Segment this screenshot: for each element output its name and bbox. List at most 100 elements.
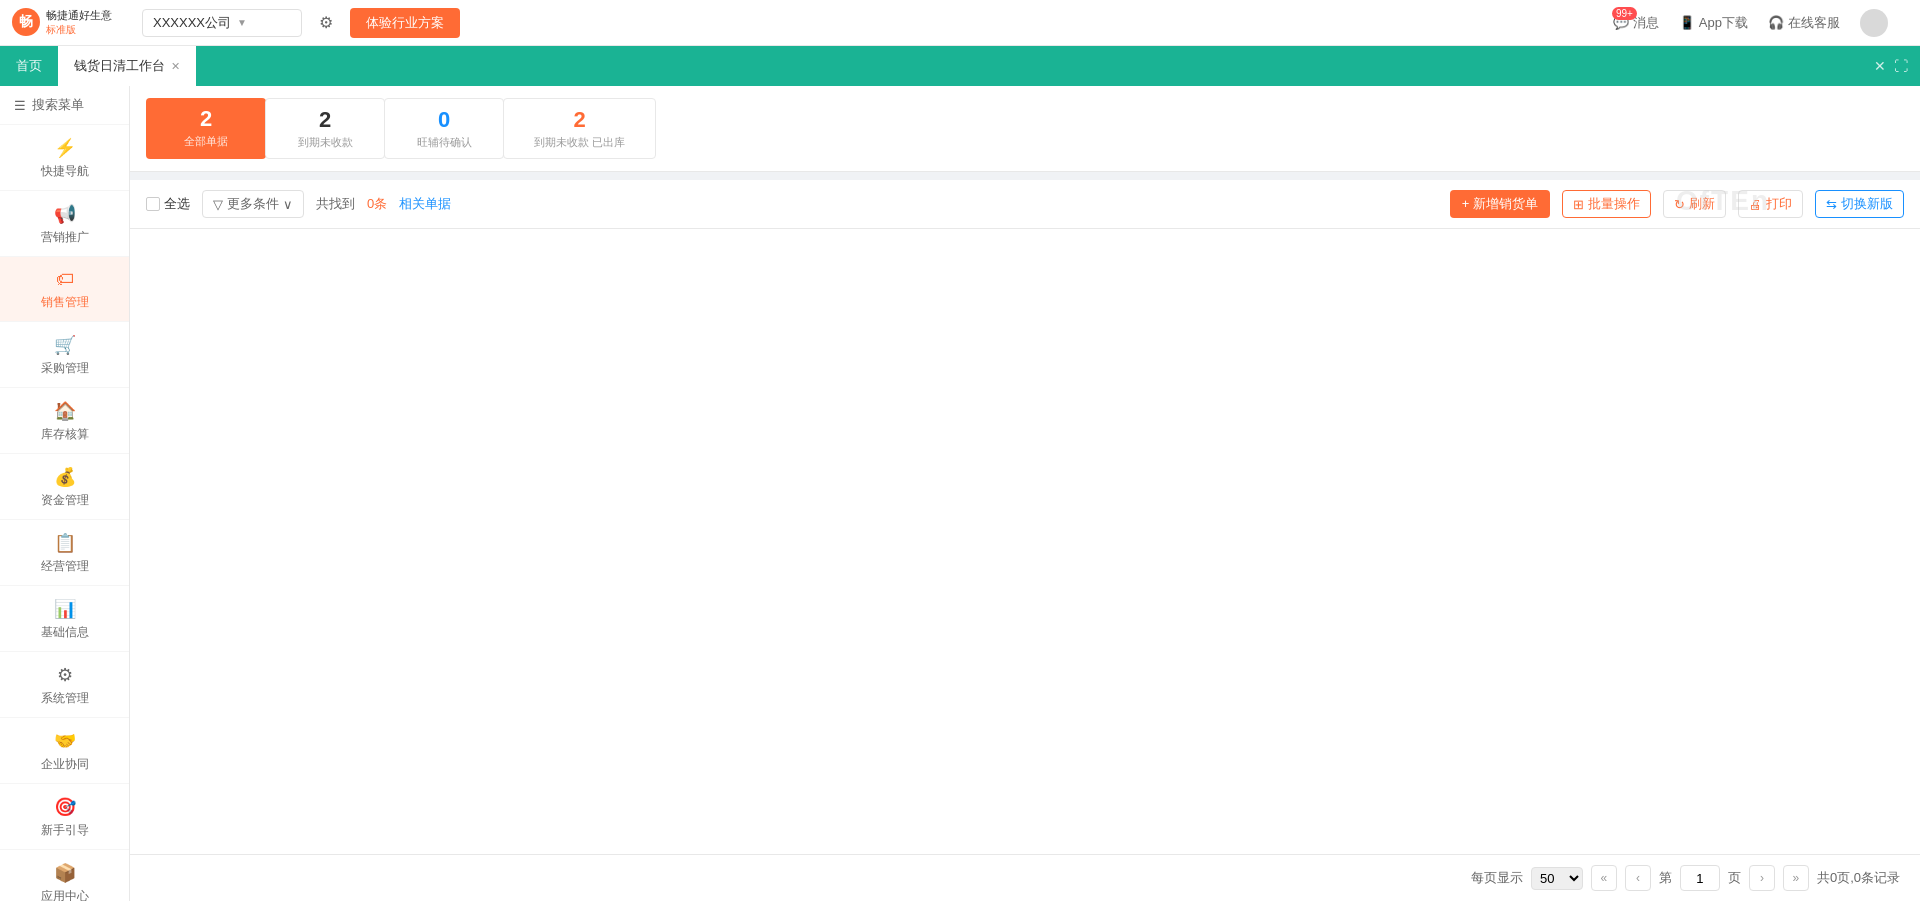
search-icon: ☰	[14, 98, 26, 113]
logo-text: 畅捷通好生意	[46, 8, 112, 22]
add-sales-order-button[interactable]: + 新增销货单	[1450, 190, 1550, 218]
message-icon-wrap: 💬 99+	[1613, 15, 1629, 30]
stat-card-wangfu[interactable]: 0 旺辅待确认	[384, 98, 504, 159]
message-badge: 99+	[1612, 7, 1637, 20]
stat-num-wangfu: 0	[438, 107, 450, 133]
found-count: 0条	[367, 195, 387, 213]
header-right: 💬 99+ 消息 📱 App下载 🎧 在线客服	[1613, 9, 1908, 37]
last-page-button[interactable]: »	[1783, 865, 1809, 891]
sidebar-item-label: 采购管理	[41, 360, 89, 377]
stat-card-all[interactable]: 2 全部单据	[146, 98, 266, 159]
per-page-select[interactable]: 50 100 200	[1531, 867, 1583, 890]
sidebar-item-basic-info[interactable]: 📊 基础信息	[0, 586, 129, 652]
refresh-label: 刷新	[1689, 195, 1715, 213]
tab-cash-daily[interactable]: 钱货日清工作台 ✕	[58, 46, 196, 86]
page-number-input[interactable]	[1680, 865, 1720, 891]
sidebar-item-app-center[interactable]: 📦 应用中心	[0, 850, 129, 901]
tab-cash-daily-label: 钱货日清工作台	[74, 57, 165, 75]
stat-label-overdue: 到期未收款	[298, 135, 353, 150]
online-service-button[interactable]: 🎧 在线客服	[1768, 14, 1840, 32]
sidebar-item-purchase-mgmt[interactable]: 🛒 采购管理	[0, 322, 129, 388]
sidebar-item-marketing[interactable]: 📢 营销推广	[0, 191, 129, 257]
marketing-icon: 📢	[54, 203, 76, 225]
experience-button[interactable]: 体验行业方案	[350, 8, 460, 38]
checkbox-icon[interactable]	[146, 197, 160, 211]
logo-area: 畅 畅捷通好生意 标准版	[12, 8, 142, 36]
headset-icon: 🎧	[1768, 15, 1784, 30]
sidebar-item-newbie-guide[interactable]: 🎯 新手引导	[0, 784, 129, 850]
app-center-icon: 📦	[54, 862, 76, 884]
stat-label-all: 全部单据	[184, 134, 228, 149]
sidebar-item-enterprise-coop[interactable]: 🤝 企业协同	[0, 718, 129, 784]
switch-icon: ⇆	[1826, 197, 1837, 212]
filter-icon: ▽	[213, 197, 223, 212]
inventory-icon: 🏠	[54, 400, 76, 422]
per-page-label: 每页显示	[1471, 869, 1523, 887]
stat-num-overdue: 2	[319, 107, 331, 133]
sidebar-item-label: 资金管理	[41, 492, 89, 509]
related-link[interactable]: 相关单据	[399, 195, 451, 213]
sidebar-item-operations[interactable]: 📋 经营管理	[0, 520, 129, 586]
sidebar-item-label: 基础信息	[41, 624, 89, 641]
settings-button[interactable]: ⚙	[310, 7, 342, 39]
chevron-down-icon: ▼	[237, 17, 247, 28]
top-header: 畅 畅捷通好生意 标准版 XXXXXX公司 ▼ ⚙ 体验行业方案 💬 99+ 消…	[0, 0, 1920, 46]
refresh-button[interactable]: ↻ 刷新	[1663, 190, 1726, 218]
sidebar-item-label: 企业协同	[41, 756, 89, 773]
stats-bar: 2 全部单据 2 到期未收款 0 旺辅待确认 2 到期未收款 已出库	[130, 86, 1920, 172]
app-download-button[interactable]: 📱 App下载	[1679, 14, 1748, 32]
select-all-checkbox[interactable]: 全选	[146, 195, 190, 213]
tab-minimize-icon[interactable]: ✕	[1874, 58, 1886, 74]
pagination-bar: 每页显示 50 100 200 « ‹ 第 页 › » 共0页,0条记录	[130, 854, 1920, 901]
newbie-icon: 🎯	[54, 796, 76, 818]
content-area: 2 全部单据 2 到期未收款 0 旺辅待确认 2 到期未收款 已出库 全选	[130, 86, 1920, 901]
sidebar-item-system-mgmt[interactable]: ⚙ 系统管理	[0, 652, 129, 718]
coop-icon: 🤝	[54, 730, 76, 752]
message-button[interactable]: 💬 99+ 消息	[1613, 14, 1659, 32]
sidebar-item-label: 新手引导	[41, 822, 89, 839]
tab-bar: 首页 钱货日清工作台 ✕ ✕ ⛶	[0, 46, 1920, 86]
page-suffix: 页	[1728, 869, 1741, 887]
next-page-button[interactable]: ›	[1749, 865, 1775, 891]
stat-card-shipped[interactable]: 2 到期未收款 已出库	[503, 98, 656, 159]
switch-version-button[interactable]: ⇆ 切换新版	[1815, 190, 1904, 218]
tab-actions: ✕ ⛶	[1862, 58, 1920, 74]
purchase-icon: 🛒	[54, 334, 76, 356]
more-filters-label: 更多条件	[227, 195, 279, 213]
sidebar-item-finance[interactable]: 💰 资金管理	[0, 454, 129, 520]
phone-icon: 📱	[1679, 15, 1695, 30]
switch-label: 切换新版	[1841, 195, 1893, 213]
sales-icon: 🏷	[56, 269, 74, 290]
logo-badge: 标准版	[46, 23, 112, 37]
print-button[interactable]: 🖨 打印	[1738, 190, 1803, 218]
sidebar-item-label: 经营管理	[41, 558, 89, 575]
tab-maximize-icon[interactable]: ⛶	[1894, 58, 1908, 74]
batch-operation-button[interactable]: ⊞ 批量操作	[1562, 190, 1651, 218]
sidebar: ☰ 搜索菜单 ⚡ 快捷导航 📢 营销推广 🏷 销售管理 🛒 采购管理 🏠 库存核…	[0, 86, 130, 901]
page-total: 共0页,0条记录	[1817, 869, 1900, 887]
system-icon: ⚙	[57, 664, 73, 686]
sidebar-item-label: 库存核算	[41, 426, 89, 443]
tab-home[interactable]: 首页	[0, 46, 58, 86]
user-avatar[interactable]	[1860, 9, 1888, 37]
logo-text-area: 畅捷通好生意 标准版	[46, 8, 112, 36]
search-menu-item[interactable]: ☰ 搜索菜单	[0, 86, 129, 125]
sidebar-item-sales-mgmt[interactable]: 🏷 销售管理	[0, 257, 129, 322]
tab-close-icon[interactable]: ✕	[171, 60, 180, 73]
sidebar-item-quick-nav[interactable]: ⚡ 快捷导航	[0, 125, 129, 191]
online-service-label: 在线客服	[1788, 14, 1840, 32]
batch-icon: ⊞	[1573, 197, 1584, 212]
message-label: 消息	[1633, 14, 1659, 32]
stat-card-overdue[interactable]: 2 到期未收款	[265, 98, 385, 159]
stat-num-shipped: 2	[573, 107, 585, 133]
sidebar-item-inventory[interactable]: 🏠 库存核算	[0, 388, 129, 454]
sidebar-item-label: 系统管理	[41, 690, 89, 707]
found-prefix: 共找到	[316, 195, 355, 213]
sidebar-item-label: 快捷导航	[41, 163, 89, 180]
table-area	[130, 229, 1920, 854]
prev-page-button[interactable]: ‹	[1625, 865, 1651, 891]
stat-label-wangfu: 旺辅待确认	[417, 135, 472, 150]
more-filters-button[interactable]: ▽ 更多条件 ∨	[202, 190, 304, 218]
first-page-button[interactable]: «	[1591, 865, 1617, 891]
company-selector[interactable]: XXXXXX公司 ▼	[142, 9, 302, 37]
